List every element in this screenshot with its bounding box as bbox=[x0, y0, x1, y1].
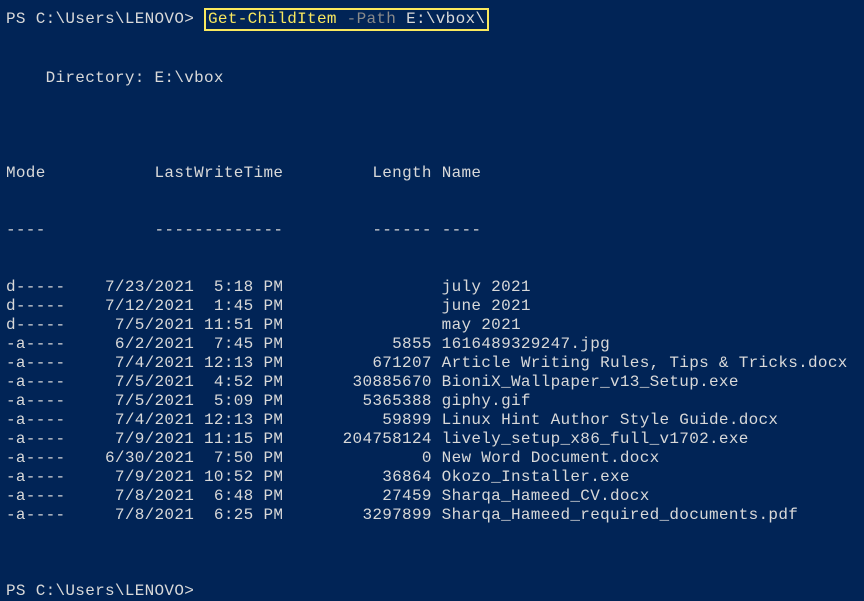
table-row: d----- 7/5/2021 11:51 PM may 2021 bbox=[6, 316, 858, 335]
col-underline: ------------- bbox=[65, 221, 283, 239]
table-header-underline: ---- ------------- ------ ---- bbox=[6, 221, 858, 240]
command-cmdlet: Get-ChildItem bbox=[208, 10, 337, 28]
table-row: -a---- 7/5/2021 5:09 PM 5365388 giphy.gi… bbox=[6, 392, 858, 411]
table-row: d----- 7/12/2021 1:45 PM june 2021 bbox=[6, 297, 858, 316]
table-row: -a---- 6/30/2021 7:50 PM 0 New Word Docu… bbox=[6, 449, 858, 468]
command-param: -Path bbox=[337, 10, 406, 28]
col-header-length: Length bbox=[283, 164, 432, 182]
table-header-row: Mode LastWriteTime Length Name bbox=[6, 164, 858, 183]
command-path: E:\vbox\ bbox=[406, 10, 485, 28]
table-row: -a---- 7/8/2021 6:25 PM 3297899 Sharqa_H… bbox=[6, 506, 858, 525]
prompt-prefix: PS C:\Users\LENOVO> bbox=[6, 582, 194, 600]
table-row: -a---- 7/4/2021 12:13 PM 671207 Article … bbox=[6, 354, 858, 373]
table-row: -a---- 7/9/2021 11:15 PM 204758124 livel… bbox=[6, 430, 858, 449]
table-row: -a---- 6/2/2021 7:45 PM 5855 16164893292… bbox=[6, 335, 858, 354]
col-underline: ---- bbox=[442, 221, 482, 239]
prompt-line-1[interactable]: PS C:\Users\LENOVO> Get-ChildItem -Path … bbox=[6, 8, 858, 31]
table-row: d----- 7/23/2021 5:18 PM july 2021 bbox=[6, 278, 858, 297]
command-highlight: Get-ChildItem -Path E:\vbox\ bbox=[204, 8, 489, 31]
table-row: -a---- 7/4/2021 12:13 PM 59899 Linux Hin… bbox=[6, 411, 858, 430]
col-header-name: Name bbox=[442, 164, 482, 182]
prompt-prefix: PS C:\Users\LENOVO> bbox=[6, 10, 204, 28]
table-row: -a---- 7/9/2021 10:52 PM 36864 Okozo_Ins… bbox=[6, 468, 858, 487]
table-row: -a---- 7/5/2021 4:52 PM 30885670 BioniX_… bbox=[6, 373, 858, 392]
table-row: -a---- 7/8/2021 6:48 PM 27459 Sharqa_Ham… bbox=[6, 487, 858, 506]
output-table: Mode LastWriteTime Length Name ---- ----… bbox=[6, 126, 858, 544]
col-header-mode: Mode bbox=[6, 164, 65, 182]
col-underline: ------ bbox=[283, 221, 432, 239]
col-underline: ---- bbox=[6, 221, 65, 239]
prompt-line-2[interactable]: PS C:\Users\LENOVO> bbox=[6, 582, 858, 601]
col-header-lastwritetime: LastWriteTime bbox=[65, 164, 283, 182]
directory-header: Directory: E:\vbox bbox=[6, 69, 858, 88]
